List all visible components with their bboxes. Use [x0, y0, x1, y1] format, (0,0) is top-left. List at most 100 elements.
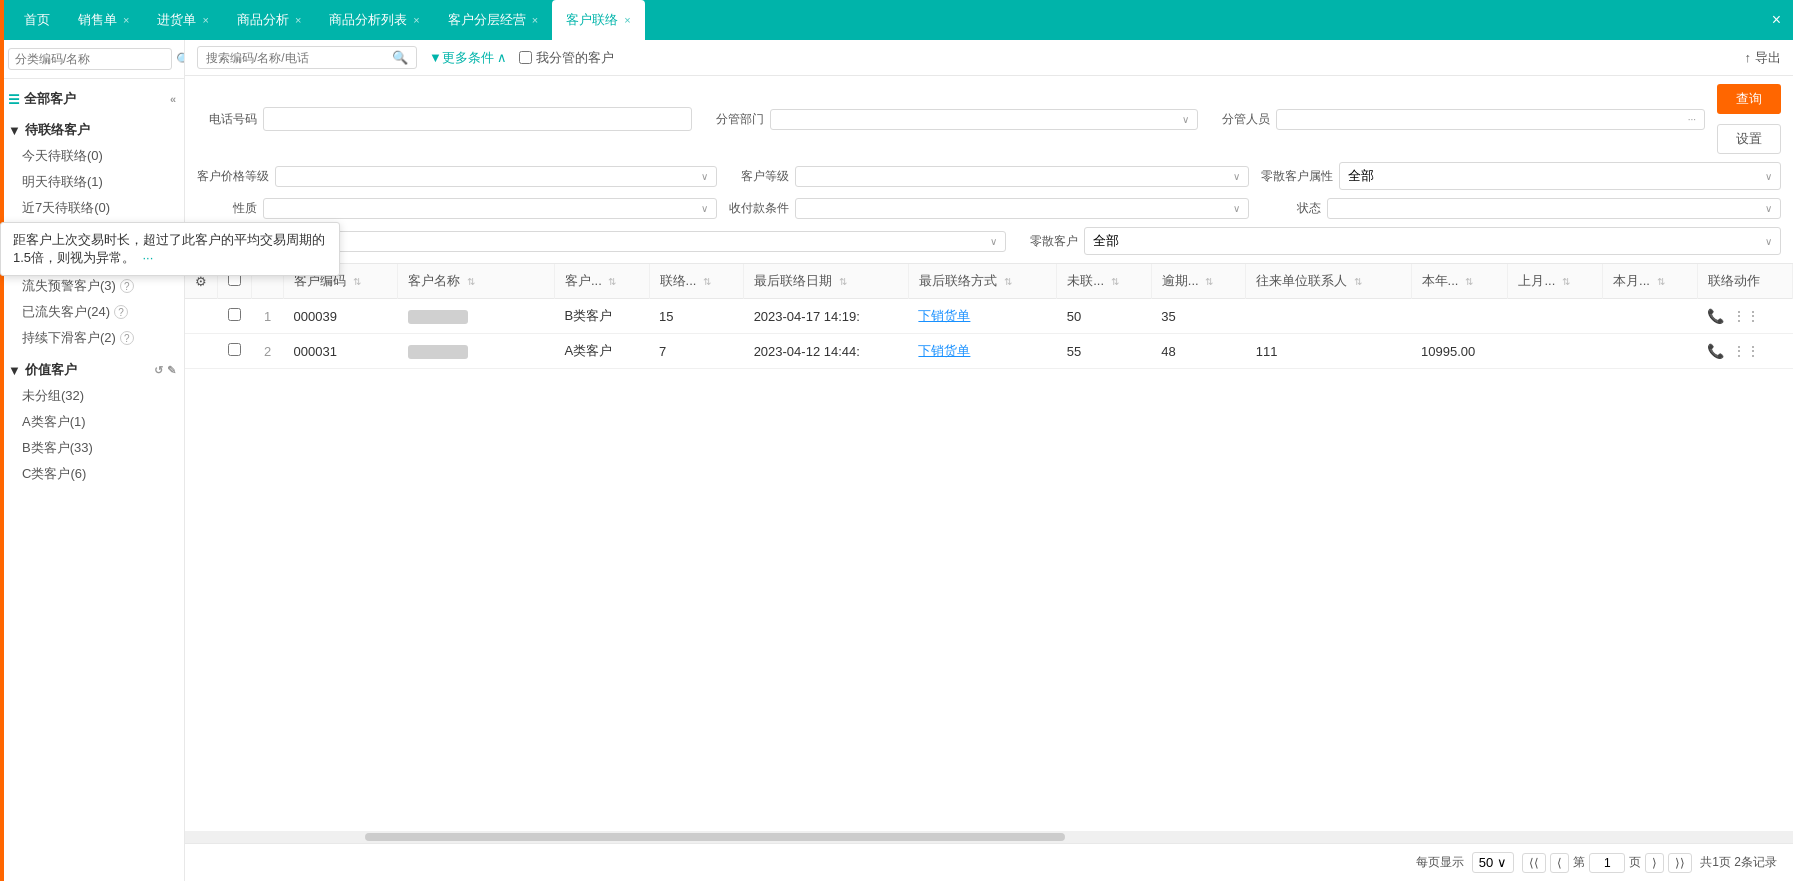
declining-customers[interactable]: 持续下滑客户(2) ? [0, 325, 184, 351]
filter-search-input[interactable] [206, 51, 388, 65]
col-last-date[interactable]: 最后联络日期 ⇅ [744, 264, 909, 299]
window-close-icon[interactable]: × [1772, 11, 1781, 29]
nav-item-analysis[interactable]: 商品分析 × [223, 0, 315, 40]
close-purchase-icon[interactable]: × [202, 14, 208, 26]
my-customer-checkbox[interactable] [519, 51, 532, 64]
sort-overdue-icon[interactable]: ⇅ [1205, 276, 1213, 287]
retail-attr-select[interactable]: 全部 ∨ [1339, 162, 1781, 190]
level-field: 客户等级 ∨ [729, 166, 1249, 187]
close-contact-icon[interactable]: × [624, 14, 630, 26]
col-this-year[interactable]: 本年... ⇅ [1411, 264, 1508, 299]
sidebar-search-input[interactable] [8, 48, 172, 70]
prev-page-btn[interactable]: ⟨ [1550, 853, 1569, 873]
week-pending[interactable]: 近7天待联络(0) [0, 195, 184, 221]
dept-select[interactable]: ∨ [770, 109, 1199, 130]
row2-contact: 7 [649, 334, 744, 369]
row2-select-checkbox[interactable] [228, 343, 241, 356]
col-unit-contact[interactable]: 往来单位联系人 ⇅ [1246, 264, 1411, 299]
export-btn[interactable]: ↑ 导出 [1745, 49, 1782, 67]
today-pending[interactable]: 今天待联络(0) [0, 143, 184, 169]
retail-customer-select[interactable]: 全部 ∨ [1084, 227, 1781, 255]
scroll-thumb[interactable] [365, 833, 1065, 841]
all-customers-header[interactable]: ☰ 全部客户 « [0, 85, 184, 113]
nav-item-analysis-list[interactable]: 商品分析列表 × [315, 0, 433, 40]
sort-name-icon[interactable]: ⇅ [467, 276, 475, 287]
row1-last-method[interactable]: 下销货单 [908, 299, 1056, 334]
row1-select-checkbox[interactable] [228, 308, 241, 321]
sort-category-icon[interactable]: ⇅ [608, 276, 616, 287]
tooltip-box: 距客户上次交易时长，超过了此客户的平均交易周期的1.5倍，则视为异常。 ··· [0, 222, 340, 276]
close-analysis-icon[interactable]: × [295, 14, 301, 26]
col-contact[interactable]: 联络... ⇅ [649, 264, 744, 299]
next-page-btn[interactable]: ⟩ [1645, 853, 1664, 873]
sort-contact-icon[interactable]: ⇅ [703, 276, 711, 287]
value-customers-edit-icon[interactable]: ✎ [167, 364, 176, 377]
page-number-input[interactable] [1589, 853, 1625, 873]
person-select[interactable]: ··· [1276, 109, 1705, 130]
close-sales-icon[interactable]: × [123, 14, 129, 26]
col-category[interactable]: 客户... ⇅ [554, 264, 649, 299]
pending-contact-group[interactable]: ▼ 待联络客户 [0, 117, 184, 143]
tooltip-dots[interactable]: ··· [142, 250, 153, 265]
c-class-customers[interactable]: C类客户(6) [0, 461, 184, 487]
col-unread[interactable]: 未联... ⇅ [1057, 264, 1152, 299]
nav-item-sales[interactable]: 销售单 × [64, 0, 143, 40]
status-select[interactable]: ∨ [1327, 198, 1781, 219]
sort-unread-icon[interactable]: ⇅ [1111, 276, 1119, 287]
sort-date-icon[interactable]: ⇅ [839, 276, 847, 287]
query-button[interactable]: 查询 [1717, 84, 1781, 114]
ungrouped-customers[interactable]: 未分组(32) [0, 383, 184, 409]
nav-item-home[interactable]: 首页 [10, 0, 64, 40]
churned-info-icon[interactable]: ? [114, 305, 128, 319]
declining-info-icon[interactable]: ? [120, 331, 134, 345]
row1-more-icon[interactable]: ⋮⋮ [1732, 308, 1760, 324]
churn-warning[interactable]: 流失预警客户(3) ? [0, 273, 184, 299]
col-last-method[interactable]: 最后联络方式 ⇅ [908, 264, 1056, 299]
sidebar-search-icon[interactable]: 🔍 [176, 52, 185, 67]
col-overdue[interactable]: 逾期... ⇅ [1151, 264, 1246, 299]
sort-method-icon[interactable]: ⇅ [1004, 276, 1012, 287]
sort-year-icon[interactable]: ⇅ [1465, 276, 1473, 287]
value-customers-group[interactable]: ▼ 价值客户 ↺ ✎ [0, 357, 184, 383]
first-page-btn[interactable]: ⟨⟨ [1522, 853, 1546, 873]
customer-type-select[interactable]: ∨ [308, 231, 1005, 252]
payment-select[interactable]: ∨ [795, 198, 1249, 219]
level-select[interactable]: ∨ [795, 166, 1249, 187]
row2-last-method[interactable]: 下销货单 [908, 334, 1056, 369]
col-last-month[interactable]: 上月... ⇅ [1508, 264, 1603, 299]
export-icon: ↑ [1745, 50, 1752, 65]
price-level-select[interactable]: ∨ [275, 166, 717, 187]
row1-phone-icon[interactable]: 📞 [1707, 308, 1724, 324]
collapse-btn[interactable]: « [170, 93, 176, 105]
my-customer-checkbox-label[interactable]: 我分管的客户 [519, 49, 614, 67]
sort-this-month-icon[interactable]: ⇅ [1657, 276, 1665, 287]
filter-search-icon[interactable]: 🔍 [392, 50, 408, 65]
phone-input[interactable] [263, 107, 692, 131]
gender-select[interactable]: ∨ [263, 198, 717, 219]
col-name[interactable]: 客户名称 ⇅ [398, 264, 555, 299]
sort-code-icon[interactable]: ⇅ [353, 276, 361, 287]
settings-button[interactable]: 设置 [1717, 124, 1781, 154]
table-header-row: ⚙ 客户编码 ⇅ 客户名称 ⇅ [185, 264, 1793, 299]
nav-item-purchase[interactable]: 进货单 × [143, 0, 222, 40]
close-analysis-list-icon[interactable]: × [413, 14, 419, 26]
nav-item-customer-tier[interactable]: 客户分层经营 × [434, 0, 552, 40]
churned-customers[interactable]: 已流失客户(24) ? [0, 299, 184, 325]
value-customers-refresh-icon[interactable]: ↺ [154, 364, 163, 377]
per-page-select[interactable]: 50 ∨ [1472, 852, 1514, 873]
filter-more-btn[interactable]: ▼ 更多条件 ∧ [429, 49, 507, 67]
sort-last-month-icon[interactable]: ⇅ [1562, 276, 1570, 287]
last-page-btn[interactable]: ⟩⟩ [1668, 853, 1692, 873]
tomorrow-pending[interactable]: 明天待联络(1) [0, 169, 184, 195]
horizontal-scrollbar[interactable] [185, 831, 1793, 843]
churn-warning-info-icon[interactable]: ? [120, 279, 134, 293]
row2-phone-icon[interactable]: 📞 [1707, 343, 1724, 359]
a-class-customers[interactable]: A类客户(1) [0, 409, 184, 435]
row2-more-icon[interactable]: ⋮⋮ [1732, 343, 1760, 359]
close-tier-icon[interactable]: × [532, 14, 538, 26]
b-class-customers[interactable]: B类客户(33) [0, 435, 184, 461]
nav-item-customer-contact[interactable]: 客户联络 × [552, 0, 644, 40]
col-this-month[interactable]: 本月... ⇅ [1603, 264, 1698, 299]
row2-unit-contact: 111 [1246, 334, 1411, 369]
sort-unit-icon[interactable]: ⇅ [1354, 276, 1362, 287]
